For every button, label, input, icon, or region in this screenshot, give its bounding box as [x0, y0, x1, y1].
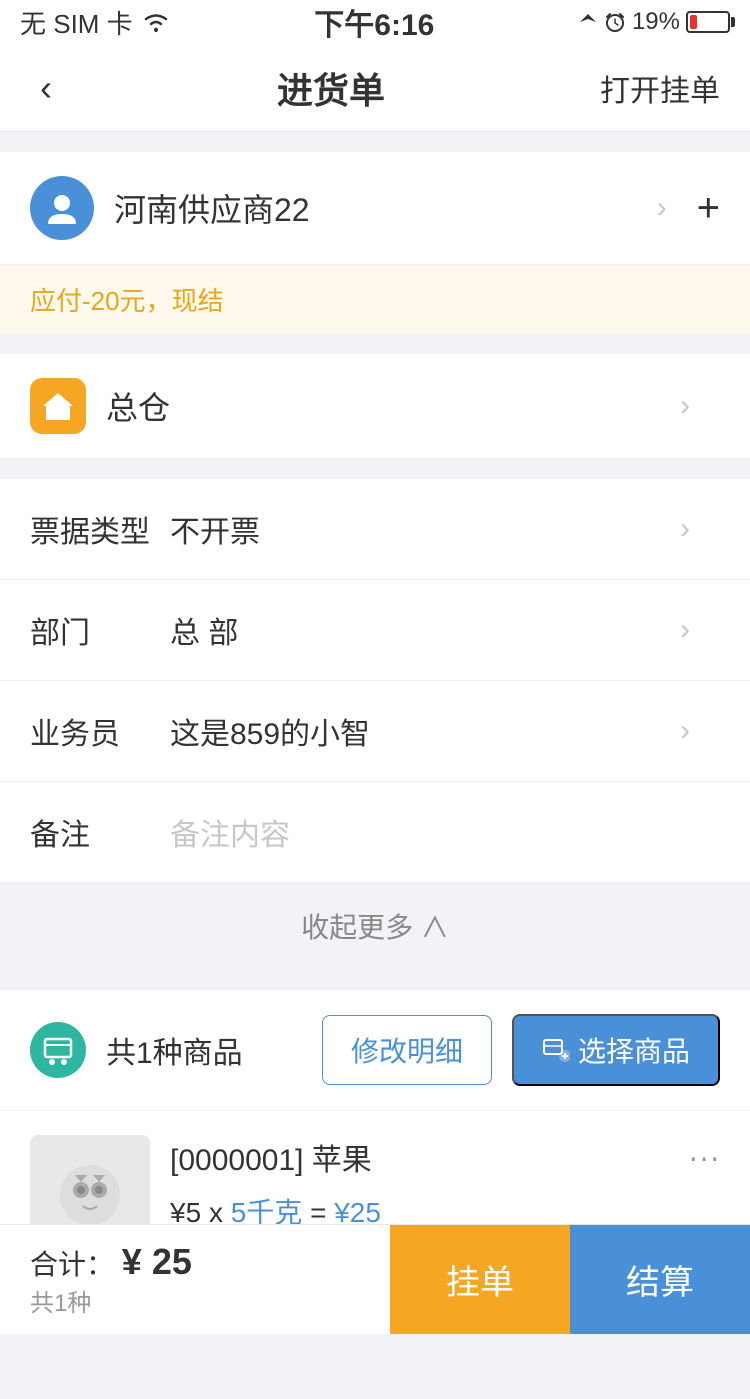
salesman-row[interactable]: 业务员 这是859的小智 › [0, 680, 750, 781]
invoice-row[interactable]: 票据类型 不开票 › [0, 478, 750, 579]
warehouse-icon [30, 378, 86, 434]
total-amount: ¥ 25 [122, 1241, 192, 1282]
total-count: 共1种 [30, 1283, 360, 1318]
product-more-button[interactable]: ··· [688, 1135, 720, 1180]
open-hang-button[interactable]: 打开挂单 [600, 66, 720, 110]
back-button[interactable]: ‹ [30, 57, 62, 119]
department-row[interactable]: 部门 总 部 › [0, 579, 750, 680]
gap-3 [0, 458, 750, 478]
warehouse-chevron: › [680, 389, 690, 423]
status-bar: 无 SIM 卡 下午6:16 19% [0, 0, 750, 44]
gap-1 [0, 132, 750, 152]
warehouse-row[interactable]: 总仓 › [0, 354, 750, 458]
product-code: [0000001] [170, 1144, 312, 1177]
notice-bar: 应付-20元，现结 [0, 265, 750, 334]
supplier-row[interactable]: 河南供应商22 › + [0, 152, 750, 265]
status-carrier: 无 SIM 卡 [20, 4, 171, 41]
location-icon [578, 12, 598, 32]
cart-icon [41, 1035, 75, 1065]
status-right: 19% [578, 8, 730, 36]
warehouse-section: 总仓 › [0, 354, 750, 458]
page-title: 进货单 [277, 62, 385, 114]
supplier-section: 河南供应商22 › + 应付-20元，现结 [0, 152, 750, 334]
salesman-value: 这是859的小智 [170, 709, 680, 753]
supplier-name: 河南供应商22 [114, 185, 657, 231]
product-count-text: 共1种商品 [106, 1028, 302, 1072]
nav-bar: ‹ 进货单 打开挂单 [0, 44, 750, 132]
gap-4 [0, 970, 750, 990]
battery-percent: 19% [632, 8, 680, 36]
department-label: 部门 [30, 608, 170, 652]
select-product-button[interactable]: 选择商品 [512, 1014, 720, 1086]
remark-label: 备注 [30, 810, 170, 854]
battery-icon [686, 11, 730, 33]
warehouse-name: 总仓 [106, 383, 680, 429]
product-name: [0000001] 苹果 [170, 1135, 668, 1179]
person-icon [44, 190, 80, 226]
remark-row[interactable]: 备注 备注内容 [0, 781, 750, 882]
supplier-avatar [30, 176, 94, 240]
collapse-button[interactable]: 收起更多 ∧ [0, 882, 750, 970]
hang-button[interactable]: 挂单 [390, 1225, 570, 1334]
invoice-chevron: › [680, 512, 690, 546]
add-button[interactable]: + [697, 186, 720, 231]
status-time: 下午6:16 [314, 0, 434, 44]
alarm-icon [604, 11, 626, 33]
wifi-icon [141, 11, 171, 33]
total-label: 合计： [30, 1249, 114, 1280]
edit-detail-button[interactable]: 修改明细 [322, 1015, 492, 1085]
invoice-value: 不开票 [170, 507, 680, 551]
remark-value: 备注内容 [170, 810, 720, 854]
product-info: [0000001] 苹果 ¥5 x 5千克 = ¥25 [170, 1135, 668, 1231]
total-section: 合计： ¥ 25 共1种 [0, 1225, 390, 1334]
house-icon [40, 390, 76, 422]
form-section: 票据类型 不开票 › 部门 总 部 › 业务员 这是859的小智 › 备注 备注… [0, 478, 750, 882]
gap-2 [0, 334, 750, 354]
select-icon [542, 1038, 570, 1062]
checkout-button[interactable]: 结算 [570, 1225, 750, 1334]
department-chevron: › [680, 613, 690, 647]
salesman-label: 业务员 [30, 709, 170, 753]
department-value: 总 部 [170, 608, 680, 652]
total-row: 合计： ¥ 25 [30, 1241, 360, 1283]
bottom-bar: 合计： ¥ 25 共1种 挂单 结算 [0, 1224, 750, 1334]
product-count-icon [30, 1022, 86, 1078]
invoice-label: 票据类型 [30, 507, 170, 551]
salesman-chevron: › [680, 714, 690, 748]
carrier-text: 无 SIM 卡 [20, 4, 133, 41]
product-header: 共1种商品 修改明细 选择商品 [0, 990, 750, 1110]
notice-text: 应付-20元，现结 [30, 286, 224, 316]
supplier-chevron: › [657, 191, 667, 225]
owl-logo [55, 1160, 125, 1230]
